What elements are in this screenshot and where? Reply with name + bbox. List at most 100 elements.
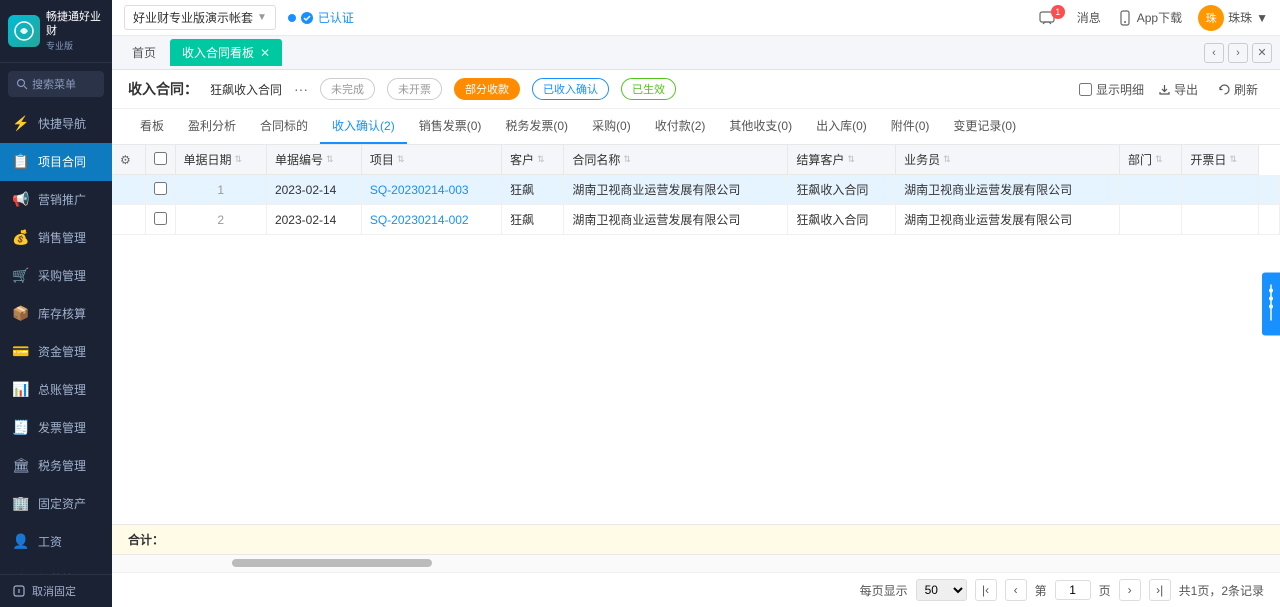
sub-tab-board[interactable]: 看板 xyxy=(128,109,176,144)
sub-tab-profit[interactable]: 盈利分析 xyxy=(176,109,248,144)
status-confirmed-btn[interactable]: 已收入确认 xyxy=(532,78,609,100)
order-link[interactable]: SQ-20230214-003 xyxy=(370,183,469,197)
sort-icon[interactable]: ⇅ xyxy=(326,154,334,165)
first-page-btn[interactable]: |‹ xyxy=(975,579,997,601)
settlement-col-header: 结算客户 ⇅ xyxy=(788,145,896,175)
tab-nav-next[interactable]: › xyxy=(1228,43,1248,63)
user-profile[interactable]: 珠 珠珠 ▼ xyxy=(1198,5,1268,31)
sub-tab-storage[interactable]: 出入库(0) xyxy=(804,109,879,144)
sidebar-item-funds[interactable]: 💳 资金管理 xyxy=(0,333,112,371)
table-area: ⚙ 单据日期 ⇅ 单据编号 xyxy=(112,145,1280,524)
data-table: ⚙ 单据日期 ⇅ 单据编号 xyxy=(112,145,1280,235)
sort-icon[interactable]: ⇅ xyxy=(235,154,243,165)
sidebar-item-purchase[interactable]: 🛒 采购管理 xyxy=(0,257,112,295)
sidebar-item-label: 税务管理 xyxy=(38,457,86,474)
tab-nav-prev[interactable]: ‹ xyxy=(1204,43,1224,63)
sort-icon[interactable]: ⇅ xyxy=(397,154,405,165)
show-details-label: 显示明细 xyxy=(1096,81,1144,98)
sidebar-item-invoice[interactable]: 🧾 发票管理 xyxy=(0,409,112,447)
sort-icon[interactable]: ⇅ xyxy=(537,154,545,165)
sort-icon[interactable]: ⇅ xyxy=(1229,154,1237,165)
sidebar-footer[interactable]: 取消固定 xyxy=(0,574,112,607)
select-all-checkbox[interactable] xyxy=(154,152,167,165)
refresh-button[interactable]: 刷新 xyxy=(1212,79,1264,100)
sub-tab-payment[interactable]: 收付款(2) xyxy=(643,109,718,144)
sub-tab-tax-invoice[interactable]: 税务发票(0) xyxy=(493,109,580,144)
sidebar-item-sales[interactable]: 💰 销售管理 xyxy=(0,219,112,257)
sidebar-search[interactable]: 搜索菜单 xyxy=(8,71,104,97)
sub-tab-changes[interactable]: 变更记录(0) xyxy=(941,109,1028,144)
show-details-toggle[interactable]: 显示明细 xyxy=(1079,81,1144,98)
salesperson-col-header: 业务员 ⇅ xyxy=(896,145,1120,175)
company-selector[interactable]: 好业财专业版演示帐套 ▼ xyxy=(124,5,276,30)
sidebar-item-label: 工资 xyxy=(38,533,62,550)
contract-name: 狂飙收入合同 xyxy=(210,81,282,98)
status-partial-btn[interactable]: 部分收款 xyxy=(454,78,520,100)
sidebar-item-hr[interactable]: 👤 工资 xyxy=(0,523,112,561)
row-settlement: 湖南卫视商业运营发展有限公司 xyxy=(896,175,1120,205)
sidebar-nav: ⚡ 快捷导航 📋 项目合同 📢 营销推广 💰 销售管理 🛒 采购管理 📦 库存核… xyxy=(0,105,112,574)
status-incomplete-btn[interactable]: 未完成 xyxy=(320,78,375,100)
right-panel-btn[interactable] xyxy=(1262,272,1280,335)
next-page-btn[interactable]: › xyxy=(1119,579,1141,601)
sub-tab-contract-items[interactable]: 合同标的 xyxy=(248,109,320,144)
sub-tab-other[interactable]: 其他收支(0) xyxy=(717,109,804,144)
table-row[interactable]: 2 2023-02-14 SQ-20230214-002 狂飙 湖南卫视商业运营… xyxy=(112,205,1280,235)
scroll-thumb[interactable] xyxy=(232,559,432,567)
sidebar-item-quick-nav[interactable]: ⚡ 快捷导航 xyxy=(0,105,112,143)
logo-main-text: 畅捷通好业财 xyxy=(46,10,104,39)
sidebar-item-label: 销售管理 xyxy=(38,229,86,246)
tab-bar: 首页 收入合同看板 ✕ ‹ › ✕ xyxy=(112,36,1280,70)
sort-icon[interactable]: ⇅ xyxy=(847,154,855,165)
export-button[interactable]: 导出 xyxy=(1152,79,1204,100)
per-page-label: 每页显示 xyxy=(860,582,908,599)
search-label: 搜索菜单 xyxy=(32,76,76,92)
close-icon[interactable]: ✕ xyxy=(260,46,270,60)
sub-tab-purchase[interactable]: 采购(0) xyxy=(580,109,643,144)
order-link[interactable]: SQ-20230214-002 xyxy=(370,213,469,227)
prev-page-btn[interactable]: ‹ xyxy=(1005,579,1027,601)
sidebar-item-accounting[interactable]: 📊 总账管理 xyxy=(0,371,112,409)
sidebar-item-ops[interactable]: ⚙ 经营管理 xyxy=(0,561,112,574)
sort-icon[interactable]: ⇅ xyxy=(623,154,631,165)
row-contract-name: 狂飙收入合同 xyxy=(788,205,896,235)
sidebar-item-label: 固定资产 xyxy=(38,495,86,512)
sidebar-item-marketing[interactable]: 📢 营销推广 xyxy=(0,181,112,219)
row-checkbox[interactable] xyxy=(154,182,167,195)
logo-sub-text: 专业版 xyxy=(46,39,104,52)
sidebar-item-assets[interactable]: 🏢 固定资产 xyxy=(0,485,112,523)
show-details-checkbox[interactable] xyxy=(1079,83,1092,96)
message-action[interactable]: 1 消息 xyxy=(1039,9,1101,26)
status-uninvoiced-btn[interactable]: 未开票 xyxy=(387,78,442,100)
sub-tab-sales-invoice[interactable]: 销售发票(0) xyxy=(407,109,494,144)
sub-tab-revenue-confirm[interactable]: 收入确认(2) xyxy=(320,109,407,144)
quick-nav-icon: ⚡ xyxy=(12,115,30,133)
app-download-action[interactable]: App下载 xyxy=(1117,9,1182,26)
settings-col-header: ⚙ xyxy=(112,145,145,175)
row-customer: 湖南卫视商业运营发展有限公司 xyxy=(564,175,788,205)
sidebar-item-label: 资金管理 xyxy=(38,343,86,360)
customer-col-header: 客户 ⇅ xyxy=(501,145,563,175)
column-settings-icon[interactable]: ⚙ xyxy=(120,153,131,167)
tab-contract-board[interactable]: 收入合同看板 ✕ xyxy=(170,39,282,66)
row-checkbox-cell xyxy=(145,205,175,235)
sidebar-item-inventory[interactable]: 📦 库存核算 xyxy=(0,295,112,333)
export-icon xyxy=(1158,83,1171,96)
row-checkbox[interactable] xyxy=(154,212,167,225)
sort-icon[interactable]: ⇅ xyxy=(1155,154,1163,165)
per-page-select[interactable]: 50 100 200 xyxy=(916,579,967,601)
page-input[interactable] xyxy=(1055,580,1091,600)
sidebar-item-tax[interactable]: 🏛 税务管理 xyxy=(0,447,112,485)
table-row[interactable]: 1 2023-02-14 SQ-20230214-003 狂飙 湖南卫视商业运营… xyxy=(112,175,1280,205)
tab-nav-close[interactable]: ✕ xyxy=(1252,43,1272,63)
contract-header: 收入合同： 狂飙收入合同 ··· 未完成 未开票 部分收款 已收入确认 已生效 … xyxy=(112,70,1280,109)
tab-home[interactable]: 首页 xyxy=(120,39,168,66)
horizontal-scrollbar[interactable] xyxy=(112,554,1280,572)
status-effective-btn[interactable]: 已生效 xyxy=(621,78,676,100)
sub-tab-attachments[interactable]: 附件(0) xyxy=(879,109,942,144)
sidebar-item-project-contract[interactable]: 📋 项目合同 xyxy=(0,143,112,181)
last-page-btn[interactable]: ›| xyxy=(1149,579,1171,601)
more-options-icon[interactable]: ··· xyxy=(294,81,308,97)
sort-icon[interactable]: ⇅ xyxy=(943,154,951,165)
inventory-icon: 📦 xyxy=(12,305,30,323)
